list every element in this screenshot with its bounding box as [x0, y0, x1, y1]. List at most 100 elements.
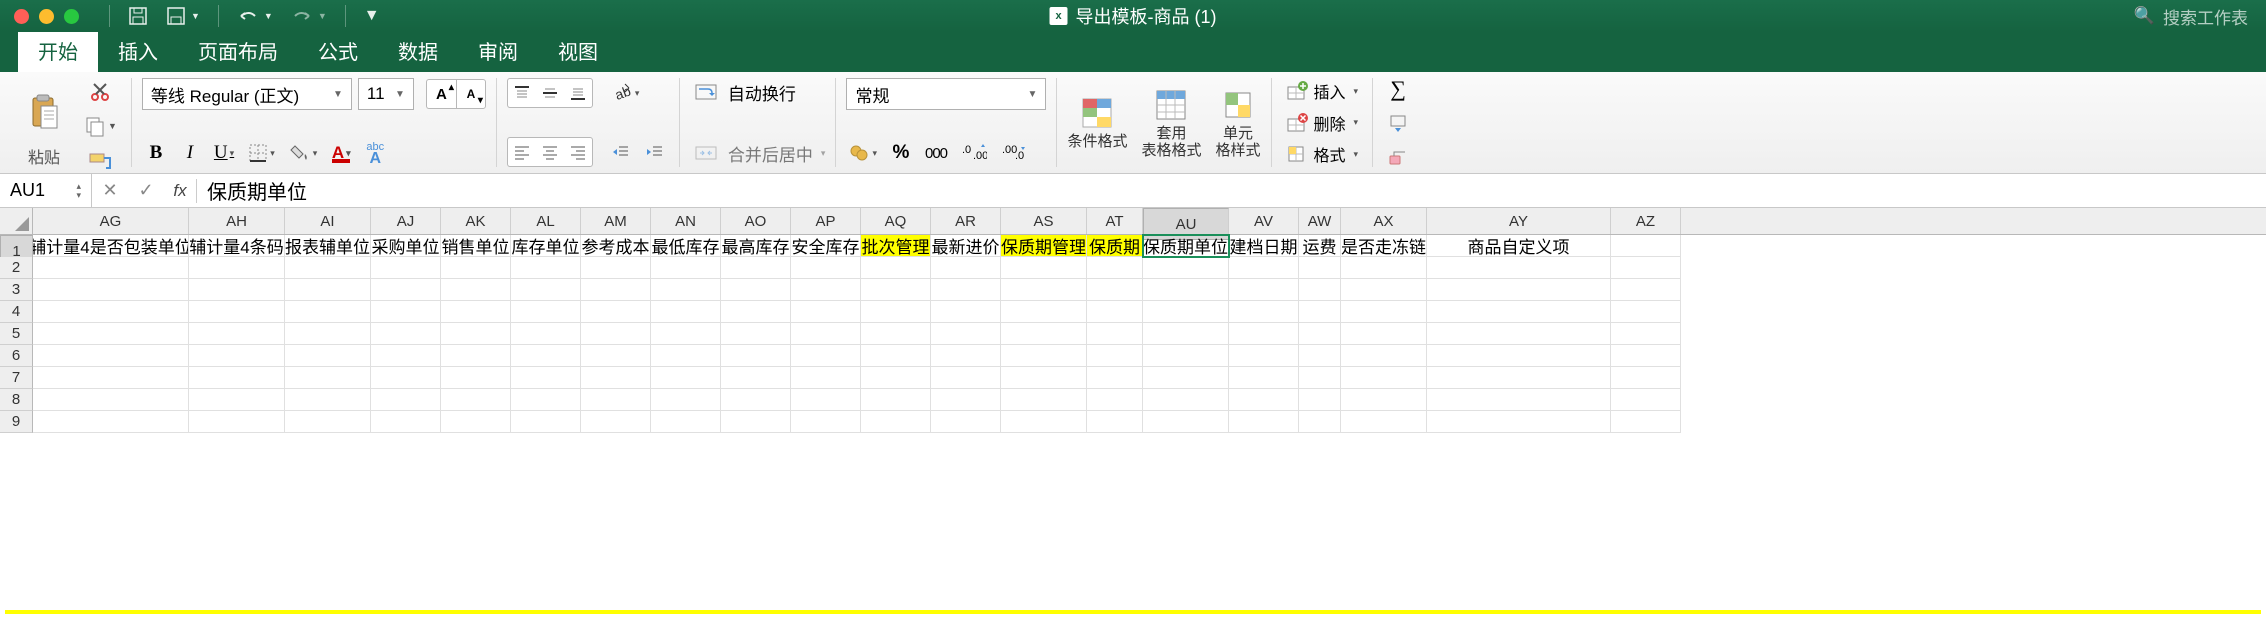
- align-center-button[interactable]: [536, 138, 564, 166]
- tab-视图[interactable]: 视图: [538, 28, 618, 72]
- save-icon[interactable]: ▼: [166, 6, 200, 26]
- fill-button[interactable]: [1383, 109, 1413, 137]
- cell-AZ6[interactable]: [1611, 345, 1681, 367]
- increase-decimal-button[interactable]: .0.00: [957, 139, 991, 167]
- cell-AU1[interactable]: 保质期单位: [1143, 235, 1229, 257]
- cell-AZ5[interactable]: [1611, 323, 1681, 345]
- cell-AS3[interactable]: [1001, 279, 1087, 301]
- decrease-font-button[interactable]: A▾: [456, 79, 486, 109]
- cell-AY9[interactable]: [1427, 411, 1611, 433]
- cell-AL1[interactable]: 库存单位: [511, 235, 581, 257]
- redo-button[interactable]: ▼: [291, 8, 327, 24]
- cell-AP7[interactable]: [791, 367, 861, 389]
- copy-button[interactable]: ▼: [80, 112, 121, 140]
- cell-AW5[interactable]: [1299, 323, 1341, 345]
- cell-AK2[interactable]: [441, 257, 511, 279]
- cell-AY7[interactable]: [1427, 367, 1611, 389]
- cell-AG6[interactable]: [33, 345, 189, 367]
- phonetic-button[interactable]: abcA▾: [361, 139, 389, 167]
- cell-AL8[interactable]: [511, 389, 581, 411]
- cell-AS1[interactable]: 保质期管理: [1001, 235, 1087, 257]
- cell-AL9[interactable]: [511, 411, 581, 433]
- cell-AK7[interactable]: [441, 367, 511, 389]
- cell-AG9[interactable]: [33, 411, 189, 433]
- font-size-select[interactable]: 11▼: [358, 78, 414, 110]
- cell-AI7[interactable]: [285, 367, 371, 389]
- row-header-4[interactable]: 4: [0, 301, 33, 323]
- cell-AS5[interactable]: [1001, 323, 1087, 345]
- row-header-6[interactable]: 6: [0, 345, 33, 367]
- delete-cells-button[interactable]: 删除▾: [1282, 110, 1363, 136]
- cell-AY6[interactable]: [1427, 345, 1611, 367]
- cell-AX5[interactable]: [1341, 323, 1427, 345]
- cell-AR6[interactable]: [931, 345, 1001, 367]
- underline-button[interactable]: U▾: [210, 139, 238, 167]
- cell-AR2[interactable]: [931, 257, 1001, 279]
- cell-AK3[interactable]: [441, 279, 511, 301]
- cell-AP6[interactable]: [791, 345, 861, 367]
- cell-AH5[interactable]: [189, 323, 285, 345]
- paste-button[interactable]: [18, 84, 70, 140]
- cell-AQ2[interactable]: [861, 257, 931, 279]
- font-name-select[interactable]: 等线 Regular (正文)▼: [142, 78, 352, 110]
- cell-AX2[interactable]: [1341, 257, 1427, 279]
- col-header-AZ[interactable]: AZ: [1611, 208, 1681, 234]
- cell-AO7[interactable]: [721, 367, 791, 389]
- align-middle-button[interactable]: [536, 79, 564, 107]
- cell-AH7[interactable]: [189, 367, 285, 389]
- cell-AO5[interactable]: [721, 323, 791, 345]
- cell-AL5[interactable]: [511, 323, 581, 345]
- bold-button[interactable]: B: [142, 139, 170, 167]
- cell-AJ2[interactable]: [371, 257, 441, 279]
- col-header-AT[interactable]: AT: [1087, 208, 1143, 234]
- cell-AU2[interactable]: [1143, 257, 1229, 279]
- cell-AO9[interactable]: [721, 411, 791, 433]
- cell-AG7[interactable]: [33, 367, 189, 389]
- close-window-button[interactable]: [14, 9, 29, 24]
- cell-AO4[interactable]: [721, 301, 791, 323]
- cell-AI5[interactable]: [285, 323, 371, 345]
- cell-AV8[interactable]: [1229, 389, 1299, 411]
- cell-AX8[interactable]: [1341, 389, 1427, 411]
- cell-AM7[interactable]: [581, 367, 651, 389]
- row-header-7[interactable]: 7: [0, 367, 33, 389]
- cell-AW1[interactable]: 运费: [1299, 235, 1341, 257]
- clear-button[interactable]: [1383, 143, 1413, 171]
- conditional-format-button[interactable]: 条件格式: [1067, 95, 1127, 150]
- format-cells-button[interactable]: 格式▾: [1282, 141, 1363, 167]
- tab-开始[interactable]: 开始: [18, 28, 98, 72]
- cell-AN1[interactable]: 最低库存: [651, 235, 721, 257]
- orientation-button[interactable]: ab▾: [607, 79, 644, 107]
- tab-公式[interactable]: 公式: [298, 28, 378, 72]
- col-header-AM[interactable]: AM: [581, 208, 651, 234]
- cell-AW2[interactable]: [1299, 257, 1341, 279]
- cell-AK6[interactable]: [441, 345, 511, 367]
- cell-AT5[interactable]: [1087, 323, 1143, 345]
- col-header-AO[interactable]: AO: [721, 208, 791, 234]
- row-header-3[interactable]: 3: [0, 279, 33, 301]
- cell-AJ1[interactable]: 采购单位: [371, 235, 441, 257]
- cell-AM9[interactable]: [581, 411, 651, 433]
- cell-AR1[interactable]: 最新进价: [931, 235, 1001, 257]
- cell-AR7[interactable]: [931, 367, 1001, 389]
- cell-AY4[interactable]: [1427, 301, 1611, 323]
- cell-AM1[interactable]: 参考成本: [581, 235, 651, 257]
- cell-AQ1[interactable]: 批次管理: [861, 235, 931, 257]
- col-header-AP[interactable]: AP: [791, 208, 861, 234]
- cell-AN2[interactable]: [651, 257, 721, 279]
- cell-AK4[interactable]: [441, 301, 511, 323]
- cut-button[interactable]: [80, 78, 121, 106]
- cell-AR8[interactable]: [931, 389, 1001, 411]
- cell-AR9[interactable]: [931, 411, 1001, 433]
- cell-AZ9[interactable]: [1611, 411, 1681, 433]
- cell-AW9[interactable]: [1299, 411, 1341, 433]
- cell-AR4[interactable]: [931, 301, 1001, 323]
- cell-AX1[interactable]: 是否走冻链: [1341, 235, 1427, 257]
- cell-AT8[interactable]: [1087, 389, 1143, 411]
- cell-AX9[interactable]: [1341, 411, 1427, 433]
- cell-AH4[interactable]: [189, 301, 285, 323]
- enter-formula-button[interactable]: ✓: [128, 180, 164, 201]
- cell-AP8[interactable]: [791, 389, 861, 411]
- undo-button[interactable]: ▼: [237, 8, 273, 24]
- cell-AJ4[interactable]: [371, 301, 441, 323]
